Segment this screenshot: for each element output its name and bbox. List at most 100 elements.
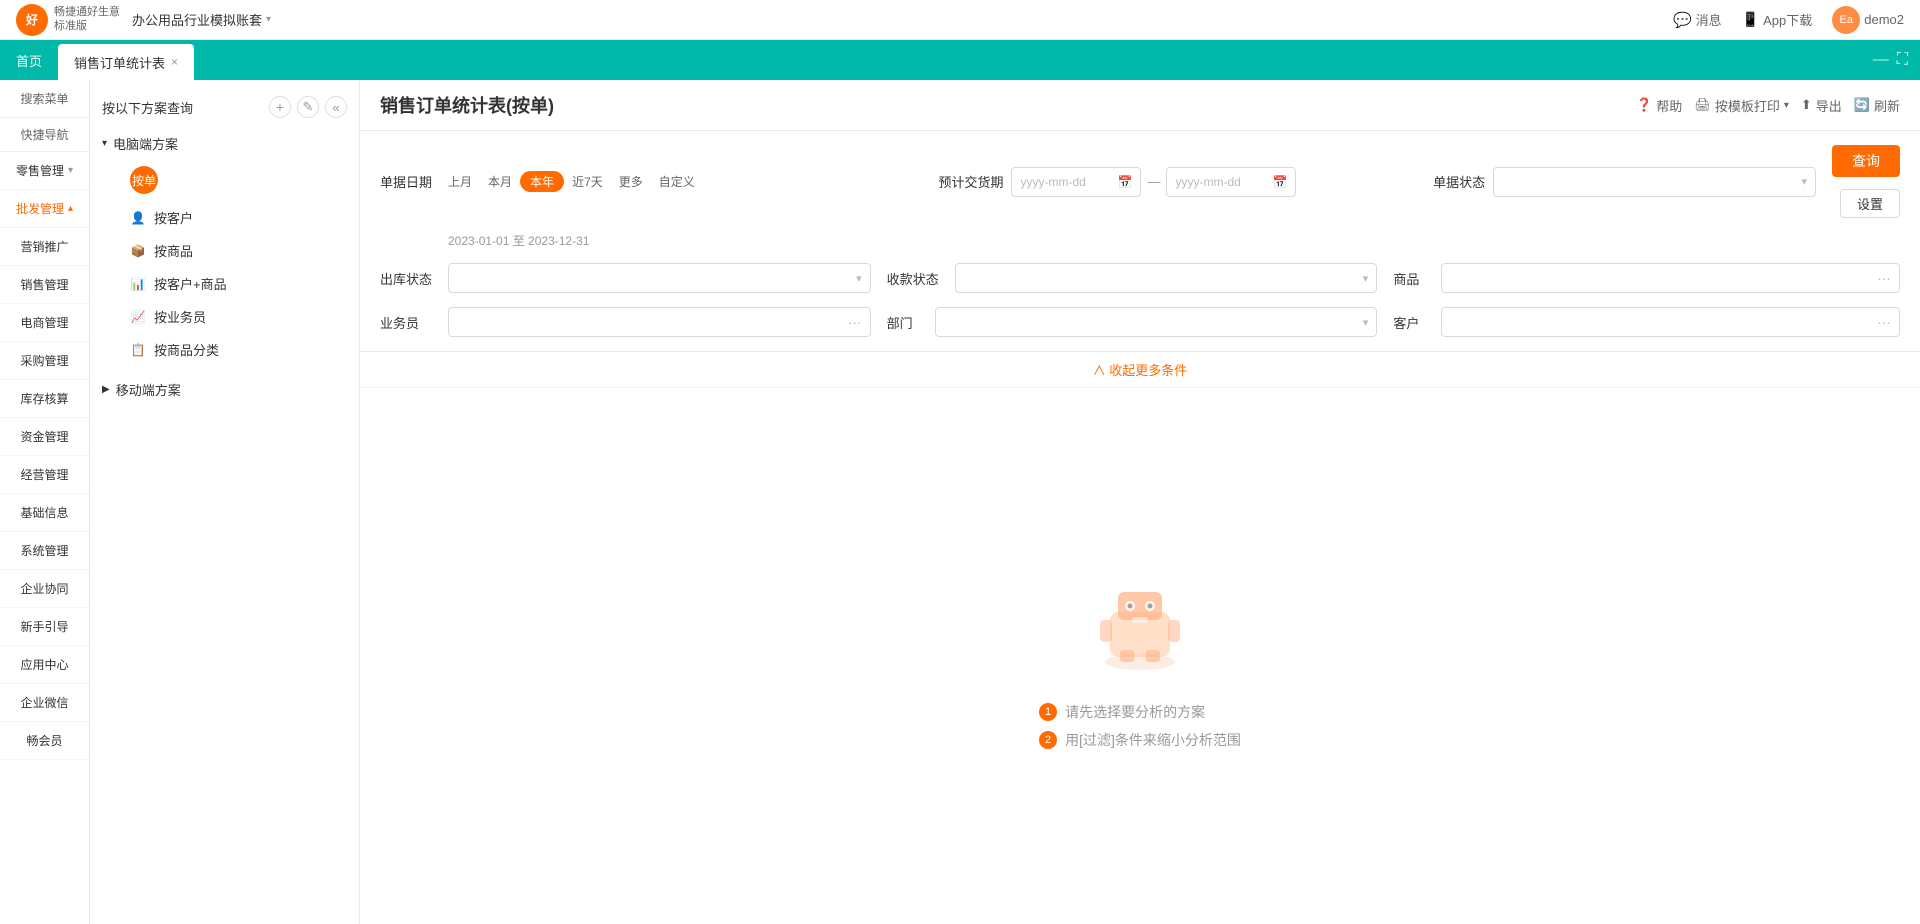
filter-date-item: 单据日期 上月 本月 本年 近7天 更多 自定义	[380, 170, 938, 193]
sidebar-item-ecommerce[interactable]: 电商管理	[0, 304, 89, 342]
collapse-label: ∧ 收起更多条件	[1093, 363, 1188, 378]
scheme-item-by-goods-category[interactable]: 📋 按商品分类	[102, 333, 347, 366]
scheme-item-by-customer-goods[interactable]: 📊 按客户+商品	[102, 267, 347, 300]
filter-row-1: 单据日期 上月 本月 本年 近7天 更多 自定义 预计交货期 yyyy-mm-d…	[380, 145, 1900, 218]
department-select[interactable]: ▾	[935, 307, 1378, 337]
settings-button[interactable]: 设置	[1840, 189, 1900, 218]
sidebar-item-wholesale[interactable]: 批发管理 ▴	[0, 190, 89, 228]
maximize-icon[interactable]: ⛶	[1897, 51, 1908, 69]
filter-salesperson: 业务员 ···	[380, 307, 887, 337]
date-range-display: 2023-01-01 至 2023-12-31	[448, 232, 1900, 249]
content-area: 按以下方案查询 + ✎ « ▾ 电脑端方案 按单 👤	[90, 80, 1920, 924]
query-button[interactable]: 查询	[1832, 145, 1900, 177]
scheme-item-by-customer[interactable]: 👤 按客户	[102, 201, 347, 234]
sidebar-search[interactable]: 搜索菜单	[0, 80, 89, 118]
user-profile[interactable]: Ea demo2	[1832, 6, 1904, 34]
salesperson-input[interactable]: ···	[448, 307, 871, 337]
sidebar-item-retail[interactable]: 零售管理 ▾	[0, 152, 89, 190]
filter-payment-status: 收款状态 ▾	[887, 263, 1394, 293]
scheme-item-by-order[interactable]: 按单	[102, 159, 347, 201]
message-nav-item[interactable]: 💬 消息	[1673, 10, 1722, 29]
chevron-right-icon: ▶	[102, 384, 110, 395]
export-button[interactable]: ⬆ 导出	[1801, 96, 1842, 115]
filter-row-3: 业务员 ··· 部门 ▾ 客户	[380, 307, 1900, 337]
last7-btn[interactable]: 近7天	[564, 170, 611, 193]
empty-tip-2: 2 用[过滤]条件来缩小分析范围	[1039, 730, 1241, 750]
doc-status-select[interactable]: ▾	[1493, 167, 1816, 197]
sidebar-item-wechat[interactable]: 企业微信	[0, 684, 89, 722]
add-scheme-button[interactable]: +	[269, 96, 291, 118]
logo: 好 畅捷通好生意 标准版	[16, 4, 120, 36]
department-label: 部门	[887, 313, 927, 332]
this-month-btn[interactable]: 本月	[480, 170, 520, 193]
app-download-nav-item[interactable]: 📱 App下载	[1742, 10, 1813, 29]
goods-dots-icon: ···	[1877, 270, 1891, 286]
chevron-down-icon: ▾	[266, 14, 271, 25]
sidebar-item-sales[interactable]: 销售管理	[0, 266, 89, 304]
scheme-item-by-goods[interactable]: 📦 按商品	[102, 234, 347, 267]
this-year-btn[interactable]: 本年	[520, 171, 564, 192]
top-bar: 好 畅捷通好生意 标准版 办公用品行业模拟账套 ▾ 💬 消息 📱 App下载 E…	[0, 0, 1920, 40]
company-selector[interactable]: 办公用品行业模拟账套 ▾	[132, 10, 271, 29]
pc-section-toggle[interactable]: ▾ 电脑端方案	[102, 128, 347, 159]
calendar-end-icon: 📅	[1273, 175, 1288, 189]
refresh-button[interactable]: 🔄 刷新	[1854, 96, 1900, 115]
sidebar-item-basic-info[interactable]: 基础信息	[0, 494, 89, 532]
edit-scheme-button[interactable]: ✎	[297, 96, 319, 118]
tab-sales-order-stats[interactable]: 销售订单统计表 ×	[58, 44, 194, 80]
sidebar-item-marketing[interactable]: 营销推广	[0, 228, 89, 266]
tab-close-icon[interactable]: ×	[171, 55, 178, 69]
tip-num-2: 2	[1039, 731, 1057, 749]
left-panel-header: 按以下方案查询 + ✎ «	[90, 90, 359, 128]
empty-illustration	[1080, 562, 1200, 682]
sidebar-item-finance[interactable]: 资金管理	[0, 418, 89, 456]
help-icon: ❓	[1636, 97, 1652, 113]
sidebar-item-purchase[interactable]: 采购管理	[0, 342, 89, 380]
template-print-button[interactable]: 🖨 按模板打印 ▾	[1694, 96, 1789, 115]
customer-input[interactable]: ···	[1441, 307, 1900, 337]
sidebar-item-inventory[interactable]: 库存核算	[0, 380, 89, 418]
customer-dots-icon: ···	[1877, 314, 1891, 330]
left-panel-title: 按以下方案查询	[102, 98, 193, 117]
avatar: Ea	[1832, 6, 1860, 34]
filter-department: 部门 ▾	[887, 307, 1394, 337]
help-button[interactable]: ❓ 帮助	[1636, 96, 1682, 115]
sidebar: 搜索菜单 快捷导航 零售管理 ▾ 批发管理 ▴ 营销推广 销售管理 电商管理 采…	[0, 80, 90, 924]
mobile-section-toggle[interactable]: ▶ 移动端方案	[102, 374, 347, 405]
sidebar-item-member[interactable]: 畅会员	[0, 722, 89, 760]
sidebar-shortcut[interactable]: 快捷导航	[0, 118, 89, 152]
expected-delivery-start-input[interactable]: yyyy-mm-dd 📅	[1011, 167, 1141, 197]
page-title: 销售订单统计表(按单)	[380, 92, 554, 118]
sidebar-item-newbie[interactable]: 新手引导	[0, 608, 89, 646]
expected-delivery-end-input[interactable]: yyyy-mm-dd 📅	[1166, 167, 1296, 197]
tab-home[interactable]: 首页	[0, 40, 58, 80]
salesperson-icon: 📈	[130, 309, 146, 325]
sidebar-item-operations[interactable]: 经营管理	[0, 456, 89, 494]
date-separator: —	[1147, 174, 1160, 189]
chevron-down-icon: ▾	[102, 138, 107, 149]
scheme-item-by-salesperson[interactable]: 📈 按业务员	[102, 300, 347, 333]
collapse-panel-button[interactable]: «	[325, 96, 347, 118]
date-label: 单据日期	[380, 172, 432, 191]
sidebar-item-system[interactable]: 系统管理	[0, 532, 89, 570]
sidebar-item-app-center[interactable]: 应用中心	[0, 646, 89, 684]
out-status-select[interactable]: ▾	[448, 263, 871, 293]
goods-input[interactable]: ···	[1441, 263, 1900, 293]
chevron-icon: ▾	[68, 165, 73, 176]
minimize-icon[interactable]: —	[1873, 51, 1889, 69]
payment-status-select[interactable]: ▾	[955, 263, 1378, 293]
scheme-section-pc: ▾ 电脑端方案 按单 👤 按客户 📦 按商品	[90, 128, 359, 366]
collapse-bar[interactable]: ∧ 收起更多条件	[360, 351, 1920, 387]
goods-label: 商品	[1393, 269, 1433, 288]
app-download-icon: 📱	[1742, 11, 1759, 28]
right-panel: 销售订单统计表(按单) ❓ 帮助 🖨 按模板打印 ▾ ⬆ 导出	[360, 80, 1920, 924]
last-month-btn[interactable]: 上月	[440, 170, 480, 193]
more-date-btn[interactable]: 更多	[611, 170, 651, 193]
customer-icon: 👤	[130, 210, 146, 226]
chevron-down-icon: ▾	[1363, 272, 1369, 285]
sidebar-item-enterprise[interactable]: 企业协同	[0, 570, 89, 608]
page-header-actions: ❓ 帮助 🖨 按模板打印 ▾ ⬆ 导出 🔄 刷新	[1636, 96, 1900, 115]
filter-goods: 商品 ···	[1393, 263, 1900, 293]
custom-date-btn[interactable]: 自定义	[651, 170, 703, 193]
empty-tips: 1 请先选择要分析的方案 2 用[过滤]条件来缩小分析范围	[1039, 702, 1241, 750]
